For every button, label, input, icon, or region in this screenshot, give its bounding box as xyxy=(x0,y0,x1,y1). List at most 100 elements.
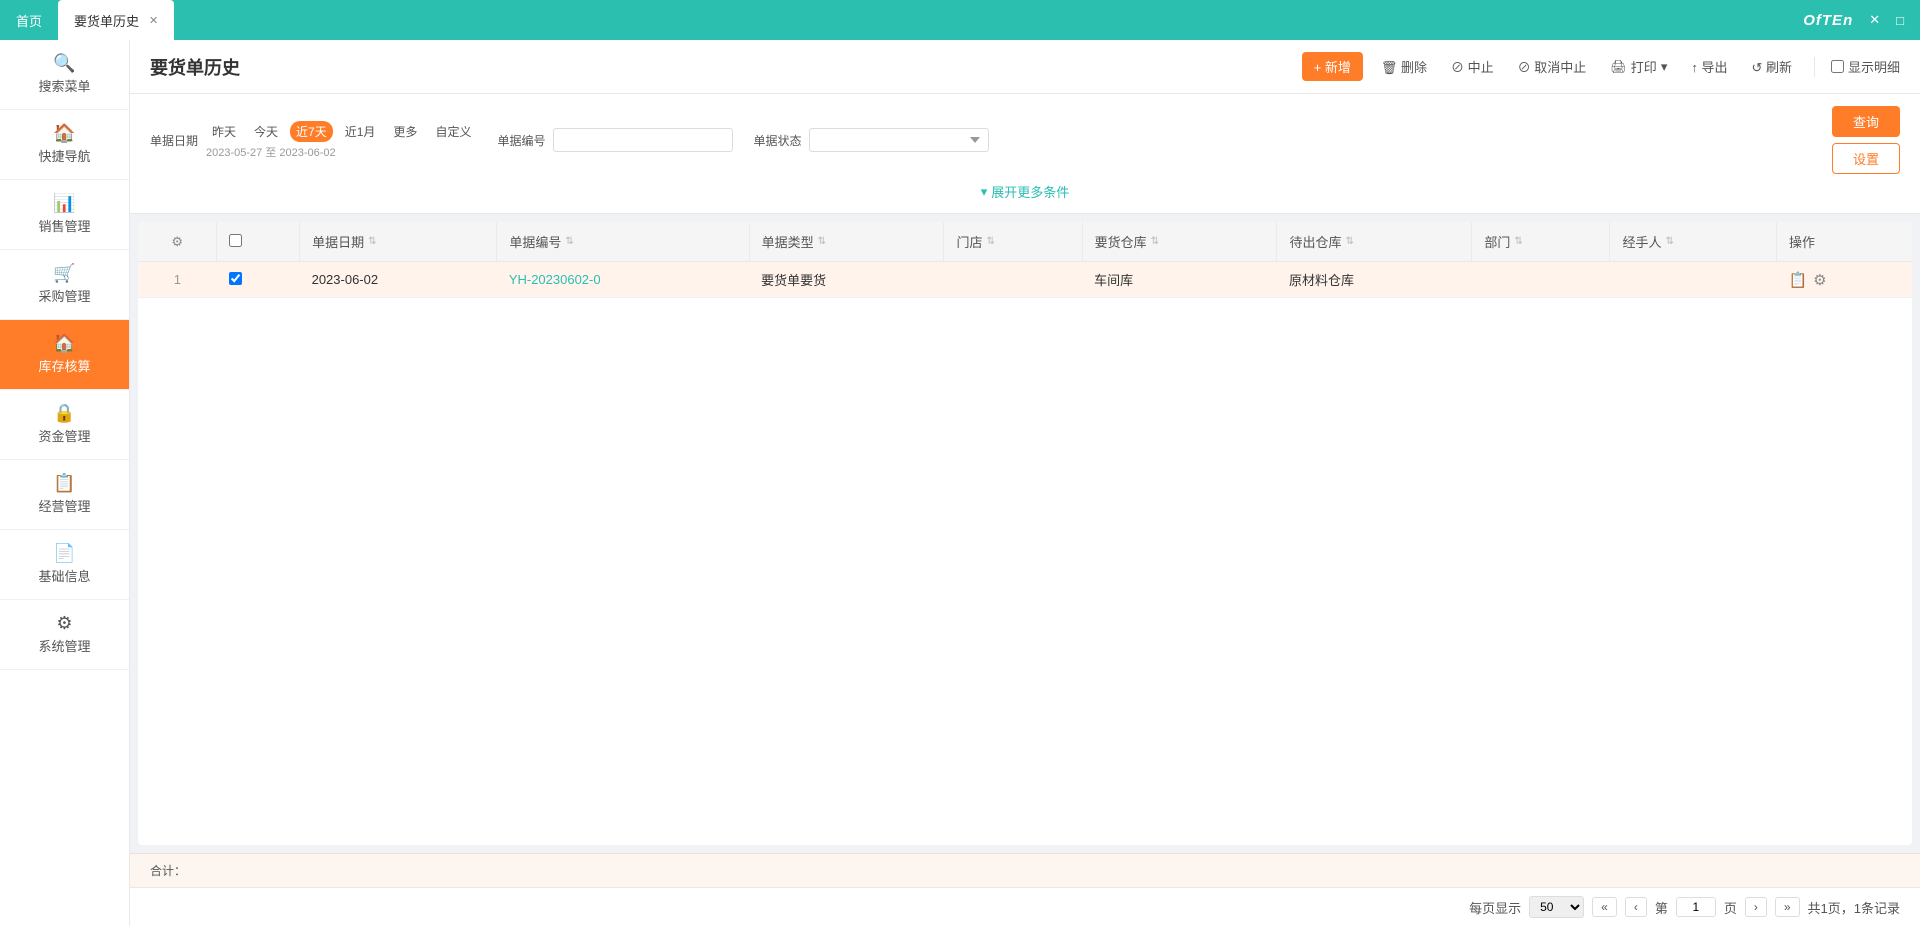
cancel-stop-button[interactable]: ⊘ 取消中止 xyxy=(1512,53,1593,80)
sidebar-item-inventory[interactable]: 🏠 库存核算 xyxy=(0,320,129,390)
finance-icon: 🔒 xyxy=(53,404,75,422)
print-label: 打印 xyxy=(1631,57,1657,76)
order-num-filter-group: 单据编号 xyxy=(497,128,733,152)
page-header: 要货单历史 + 新增 🗑 删除 ⊘ 中止 ⊘ 取消中止 🖨 打印 ▾ ↑ 导出 … xyxy=(130,40,1920,94)
row-index: 1 xyxy=(138,262,217,298)
shortcut-yesterday[interactable]: 昨天 xyxy=(206,121,242,142)
th-req-warehouse-label: 要货仓库 xyxy=(1095,232,1147,251)
sidebar-item-base-info[interactable]: 📄 基础信息 xyxy=(0,530,129,600)
print-icon: 🖨 xyxy=(1610,59,1627,75)
tab-home[interactable]: 首页 xyxy=(0,0,58,40)
handler-sort-icon: ⇅ xyxy=(1666,236,1674,247)
header-actions: + 新增 🗑 删除 ⊘ 中止 ⊘ 取消中止 🖨 打印 ▾ ↑ 导出 ↺ 刷新 显… xyxy=(1302,52,1900,81)
row-req-warehouse: 车间库 xyxy=(1082,262,1277,298)
th-num-label: 单据编号 xyxy=(509,232,561,251)
th-store[interactable]: 门店 ⇅ xyxy=(944,222,1082,262)
quick-nav-icon: 🏠 xyxy=(53,124,75,142)
sidebar-item-inventory-label: 库存核算 xyxy=(38,356,90,375)
row-checkbox[interactable] xyxy=(229,272,242,285)
column-settings-icon[interactable]: ⚙ xyxy=(171,234,183,249)
row-dept xyxy=(1472,262,1610,298)
page-input[interactable] xyxy=(1676,897,1716,917)
filter-section: 单据日期 昨天 今天 近7天 近1月 更多 自定义 2023-05-27 至 2… xyxy=(130,94,1920,214)
th-type-label: 单据类型 xyxy=(762,232,814,251)
window-close-btn[interactable]: ✕ xyxy=(1869,12,1880,28)
sales-icon: 📊 xyxy=(53,194,75,212)
shortcut-today[interactable]: 今天 xyxy=(248,121,284,142)
date-shortcuts: 昨天 今天 近7天 近1月 更多 自定义 xyxy=(206,121,477,142)
base-info-icon: 📄 xyxy=(53,544,75,562)
order-num-input[interactable] xyxy=(553,128,733,152)
top-bar-right: OfTEn ✕ □ xyxy=(1803,12,1920,29)
shortcut-custom[interactable]: 自定义 xyxy=(429,121,477,142)
show-detail-checkbox[interactable] xyxy=(1831,60,1844,73)
query-button[interactable]: 查询 xyxy=(1832,106,1900,137)
window-maximize-btn[interactable]: □ xyxy=(1896,13,1904,28)
th-store-label: 门店 xyxy=(956,232,982,251)
th-req-warehouse[interactable]: 要货仓库 ⇅ xyxy=(1082,222,1277,262)
sidebar-item-finance[interactable]: 🔒 资金管理 xyxy=(0,390,129,460)
sidebar-item-search-menu[interactable]: 🔍 搜索菜单 xyxy=(0,40,129,110)
filter-settings-button[interactable]: 设置 xyxy=(1832,143,1900,174)
stop-button[interactable]: ⊘ 中止 xyxy=(1445,53,1500,80)
data-table: ⚙ 单据日期 ⇅ 单据编号 xyxy=(138,222,1912,298)
date-range-text: 2023-05-27 至 2023-06-02 xyxy=(206,144,477,160)
sidebar-item-quick-nav-label: 快捷导航 xyxy=(38,146,90,165)
sidebar-item-operations[interactable]: 📋 经营管理 xyxy=(0,460,129,530)
sidebar-item-system-label: 系统管理 xyxy=(38,636,90,655)
th-dept[interactable]: 部门 ⇅ xyxy=(1472,222,1610,262)
refresh-button[interactable]: ↺ 刷新 xyxy=(1745,53,1798,80)
page-prev-btn[interactable]: ‹ xyxy=(1625,897,1647,917)
page-first-btn[interactable]: « xyxy=(1592,897,1617,917)
search-menu-icon: 🔍 xyxy=(53,54,75,72)
row-handler xyxy=(1610,262,1777,298)
shortcut-1month[interactable]: 近1月 xyxy=(339,121,382,142)
page-size-select[interactable]: 50 20 100 200 xyxy=(1529,896,1584,918)
th-date[interactable]: 单据日期 ⇅ xyxy=(300,222,497,262)
tab-history[interactable]: 要货单历史 ✕ xyxy=(58,0,174,40)
sidebar-item-sales-label: 销售管理 xyxy=(38,216,90,235)
req-warehouse-sort-icon: ⇅ xyxy=(1151,236,1159,247)
th-num[interactable]: 单据编号 ⇅ xyxy=(497,222,749,262)
sidebar-item-purchase[interactable]: 🛒 采购管理 xyxy=(0,250,129,320)
shortcut-7days[interactable]: 近7天 xyxy=(290,121,333,142)
row-edit-icon[interactable]: 📋 xyxy=(1788,271,1807,289)
row-actions: 📋 ⚙ xyxy=(1788,271,1900,289)
table-body: 1 2023-06-02 YH-20230602-0 要货单要货 车间库 原材料… xyxy=(138,262,1912,298)
th-type[interactable]: 单据类型 ⇅ xyxy=(749,222,944,262)
th-handler[interactable]: 经手人 ⇅ xyxy=(1610,222,1777,262)
th-settings[interactable]: ⚙ xyxy=(138,222,217,262)
print-button[interactable]: 🖨 打印 ▾ xyxy=(1604,53,1673,80)
content-area: 要货单历史 + 新增 🗑 删除 ⊘ 中止 ⊘ 取消中止 🖨 打印 ▾ ↑ 导出 … xyxy=(130,40,1920,926)
tab-home-label: 首页 xyxy=(16,11,42,30)
row-num-cell: YH-20230602-0 xyxy=(497,262,749,298)
th-actions-label: 操作 xyxy=(1789,235,1815,250)
date-shortcuts-group: 昨天 今天 近7天 近1月 更多 自定义 2023-05-27 至 2023-0… xyxy=(206,121,477,160)
delete-button[interactable]: 🗑 删除 xyxy=(1375,53,1433,80)
sidebar-item-quick-nav[interactable]: 🏠 快捷导航 xyxy=(0,110,129,180)
status-select[interactable] xyxy=(809,128,989,152)
new-button[interactable]: + 新增 xyxy=(1302,52,1363,81)
page-next-btn[interactable]: › xyxy=(1745,897,1767,917)
sidebar-item-operations-label: 经营管理 xyxy=(38,496,90,515)
row-date: 2023-06-02 xyxy=(300,262,497,298)
show-detail-text: 显示明细 xyxy=(1848,57,1900,76)
sidebar-item-sales[interactable]: 📊 销售管理 xyxy=(0,180,129,250)
sidebar-item-system[interactable]: ⚙ 系统管理 xyxy=(0,600,129,670)
tab-history-close[interactable]: ✕ xyxy=(149,14,158,27)
page-title: 要货单历史 xyxy=(150,54,240,80)
expand-more-btn[interactable]: ▾ 展开更多条件 xyxy=(150,182,1900,201)
row-delete-icon[interactable]: ⚙ xyxy=(1813,271,1826,289)
select-all-checkbox[interactable] xyxy=(229,234,242,247)
top-bar: 首页 要货单历史 ✕ OfTEn ✕ □ xyxy=(0,0,1920,40)
filter-actions: 查询 设置 xyxy=(1832,106,1900,174)
export-button[interactable]: ↑ 导出 xyxy=(1685,53,1733,80)
date-filter-label: 单据日期 xyxy=(150,132,198,149)
th-pending-warehouse[interactable]: 待出仓库 ⇅ xyxy=(1277,222,1472,262)
sidebar: 🔍 搜索菜单 🏠 快捷导航 📊 销售管理 🛒 采购管理 🏠 库存核算 🔒 资金管… xyxy=(0,40,130,926)
shortcut-more[interactable]: 更多 xyxy=(387,121,423,142)
row-num-link[interactable]: YH-20230602-0 xyxy=(509,272,601,287)
num-sort-icon: ⇅ xyxy=(565,236,573,247)
inventory-icon: 🏠 xyxy=(53,334,75,352)
page-last-btn[interactable]: » xyxy=(1775,897,1800,917)
